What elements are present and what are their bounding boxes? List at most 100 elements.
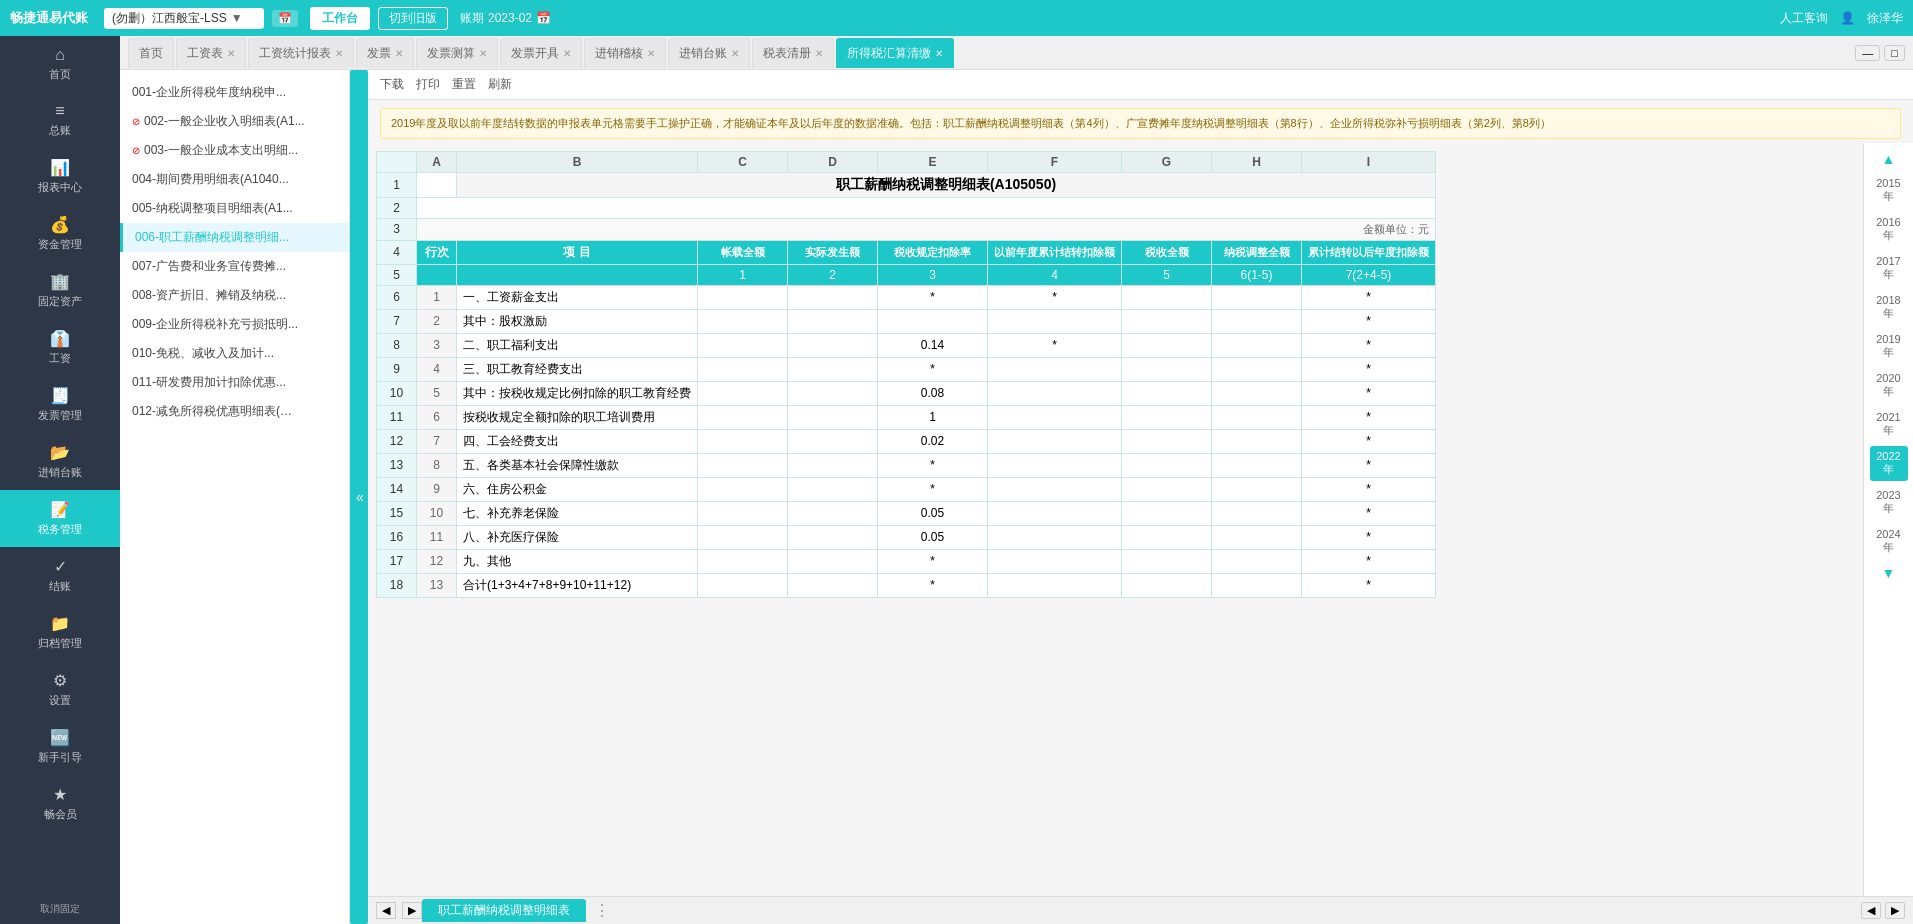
tab-sales-check[interactable]: 进销稽核✕ bbox=[584, 38, 666, 68]
cell-c2-17[interactable] bbox=[788, 549, 878, 573]
cell-c5-17[interactable] bbox=[1122, 549, 1212, 573]
tab-invoice-calc[interactable]: 发票测算✕ bbox=[416, 38, 498, 68]
cell-c4-15[interactable] bbox=[988, 501, 1122, 525]
cell-c2-9[interactable] bbox=[788, 357, 878, 381]
year-tab-2016[interactable]: 2016年 bbox=[1870, 212, 1908, 247]
sidebar-item-home[interactable]: ⌂ 首页 bbox=[0, 36, 120, 92]
year-tab-2022[interactable]: 2022年 bbox=[1870, 446, 1908, 481]
scroll-left-button[interactable]: ◀ bbox=[1861, 902, 1881, 919]
year-tab-2023[interactable]: 2023年 bbox=[1870, 485, 1908, 520]
cell-c7-17[interactable]: * bbox=[1302, 549, 1436, 573]
cell-c1-9[interactable] bbox=[698, 357, 788, 381]
tab-payroll[interactable]: 工资表✕ bbox=[176, 38, 246, 68]
cell-c3-7[interactable] bbox=[878, 309, 988, 333]
cell-seq-8[interactable]: 3 bbox=[417, 333, 457, 357]
reset-button[interactable]: 重置 bbox=[452, 76, 476, 93]
cell-c6-18[interactable] bbox=[1212, 573, 1302, 597]
user-name[interactable]: 徐泽华 bbox=[1867, 10, 1903, 27]
cell-c5-18[interactable] bbox=[1122, 573, 1212, 597]
cell-c6-6[interactable] bbox=[1212, 285, 1302, 309]
tab-close-invoice-open[interactable]: ✕ bbox=[563, 48, 571, 59]
cell-c2-7[interactable] bbox=[788, 309, 878, 333]
cell-1-A[interactable] bbox=[417, 172, 457, 197]
cell-c3-9[interactable]: * bbox=[878, 357, 988, 381]
cell-seq-18[interactable]: 13 bbox=[417, 573, 457, 597]
year-tab-2019[interactable]: 2019年 bbox=[1870, 329, 1908, 364]
sidebar-item-general-ledger[interactable]: ≡ 总账 bbox=[0, 92, 120, 148]
cell-c1-15[interactable] bbox=[698, 501, 788, 525]
cell-c2-6[interactable] bbox=[788, 285, 878, 309]
cell-item-16[interactable]: 八、补充医疗保险 bbox=[457, 525, 698, 549]
cell-c4-10[interactable] bbox=[988, 381, 1122, 405]
tab-close-invoice[interactable]: ✕ bbox=[395, 48, 403, 59]
form-list-item-004[interactable]: 004-期间费用明细表(A1040... bbox=[120, 165, 349, 194]
cell-c3-17[interactable]: * bbox=[878, 549, 988, 573]
tab-close-sales-check[interactable]: ✕ bbox=[647, 48, 655, 59]
sidebar-item-new-guide[interactable]: 🆕 新手引导 bbox=[0, 718, 120, 775]
cell-c2-13[interactable] bbox=[788, 453, 878, 477]
cell-item-10[interactable]: 其中：按税收规定比例扣除的职工教育经费 bbox=[457, 381, 698, 405]
cell-c7-18[interactable]: * bbox=[1302, 573, 1436, 597]
cell-c6-8[interactable] bbox=[1212, 333, 1302, 357]
cell-c1-11[interactable] bbox=[698, 405, 788, 429]
year-tab-2015[interactable]: 2015年 bbox=[1870, 173, 1908, 208]
cell-c5-15[interactable] bbox=[1122, 501, 1212, 525]
tab-home[interactable]: 首页 bbox=[128, 38, 174, 68]
cell-item-13[interactable]: 五、各类基本社会保障性缴款 bbox=[457, 453, 698, 477]
sidebar-item-settings[interactable]: ⚙ 设置 bbox=[0, 661, 120, 718]
year-tab-down-arrow[interactable]: ▼ bbox=[1878, 561, 1900, 585]
tab-close-sales-ledger[interactable]: ✕ bbox=[731, 48, 739, 59]
sidebar-item-report-center[interactable]: 📊 报表中心 bbox=[0, 148, 120, 205]
cell-c1-14[interactable] bbox=[698, 477, 788, 501]
cell-c4-12[interactable] bbox=[988, 429, 1122, 453]
cell-c1-8[interactable] bbox=[698, 333, 788, 357]
cell-c7-7[interactable]: * bbox=[1302, 309, 1436, 333]
cell-item-15[interactable]: 七、补充养老保险 bbox=[457, 501, 698, 525]
cell-c3-14[interactable]: * bbox=[878, 477, 988, 501]
cell-c5-8[interactable] bbox=[1122, 333, 1212, 357]
cell-c7-13[interactable]: * bbox=[1302, 453, 1436, 477]
cell-c6-14[interactable] bbox=[1212, 477, 1302, 501]
cell-item-14[interactable]: 六、住房公积金 bbox=[457, 477, 698, 501]
cell-c5-14[interactable] bbox=[1122, 477, 1212, 501]
tab-invoice-open[interactable]: 发票开具✕ bbox=[500, 38, 582, 68]
cell-item-11[interactable]: 按税收规定全额扣除的职工培训费用 bbox=[457, 405, 698, 429]
cell-seq-15[interactable]: 10 bbox=[417, 501, 457, 525]
cell-c1-17[interactable] bbox=[698, 549, 788, 573]
sidebar-item-asset-mgmt[interactable]: 💰 资金管理 bbox=[0, 205, 120, 262]
tab-bar-maximize-button[interactable]: □ bbox=[1884, 45, 1905, 61]
cell-item-8[interactable]: 二、职工福利支出 bbox=[457, 333, 698, 357]
cell-c6-15[interactable] bbox=[1212, 501, 1302, 525]
cell-c7-10[interactable]: * bbox=[1302, 381, 1436, 405]
sidebar-item-fixed-assets[interactable]: 🏢 固定资产 bbox=[0, 262, 120, 319]
cell-seq-11[interactable]: 6 bbox=[417, 405, 457, 429]
company-selector[interactable]: (勿删）江西般宝-LSS ▼ bbox=[104, 8, 264, 29]
cell-seq-12[interactable]: 7 bbox=[417, 429, 457, 453]
cell-c4-9[interactable] bbox=[988, 357, 1122, 381]
form-list-item-011[interactable]: 011-研发费用加计扣除优惠... bbox=[120, 368, 349, 397]
year-tab-up-arrow[interactable]: ▲ bbox=[1878, 147, 1900, 171]
cell-c7-14[interactable]: * bbox=[1302, 477, 1436, 501]
sheet-options-icon[interactable]: ⋮ bbox=[594, 901, 610, 920]
cell-seq-14[interactable]: 9 bbox=[417, 477, 457, 501]
cell-c4-14[interactable] bbox=[988, 477, 1122, 501]
year-tab-2017[interactable]: 2017年 bbox=[1870, 251, 1908, 286]
cell-seq-9[interactable]: 4 bbox=[417, 357, 457, 381]
form-list-item-005[interactable]: 005-纳税调整项目明细表(A1... bbox=[120, 194, 349, 223]
cell-c6-17[interactable] bbox=[1212, 549, 1302, 573]
collapse-panel-button[interactable]: « bbox=[350, 70, 368, 924]
form-list-item-010[interactable]: 010-免税、减收入及加计... bbox=[120, 339, 349, 368]
calendar-icon[interactable]: 📅 bbox=[272, 10, 298, 27]
cell-c1-7[interactable] bbox=[698, 309, 788, 333]
cell-seq-17[interactable]: 12 bbox=[417, 549, 457, 573]
cell-c5-9[interactable] bbox=[1122, 357, 1212, 381]
cell-item-6[interactable]: 一、工资薪金支出 bbox=[457, 285, 698, 309]
tab-close-invoice-calc[interactable]: ✕ bbox=[479, 48, 487, 59]
cell-c6-13[interactable] bbox=[1212, 453, 1302, 477]
cell-c3-11[interactable]: 1 bbox=[878, 405, 988, 429]
cell-c2-16[interactable] bbox=[788, 525, 878, 549]
tab-close-tax-clearance[interactable]: ✕ bbox=[815, 48, 823, 59]
sidebar-item-archive[interactable]: 📁 归档管理 bbox=[0, 604, 120, 661]
cell-c3-12[interactable]: 0.02 bbox=[878, 429, 988, 453]
cell-c7-12[interactable]: * bbox=[1302, 429, 1436, 453]
